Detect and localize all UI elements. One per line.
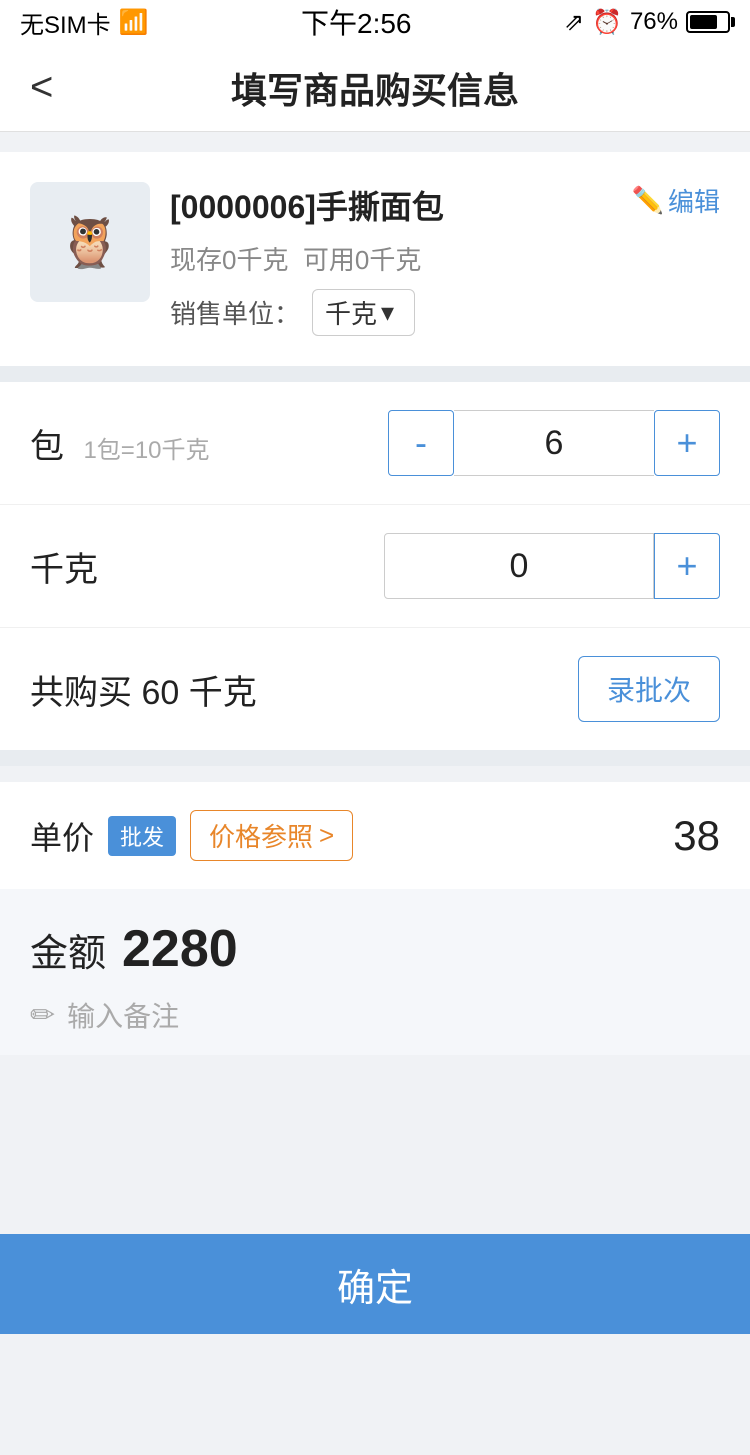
summary-row: 共购买 60 千克 录批次 [0,628,750,750]
product-card: 🦉 [0000006]手撕面包 现存0千克 可用0千克 销售单位： 千克 ▾ ✏… [0,152,750,366]
bag-decrement-button[interactable]: - [388,410,454,476]
product-name: [0000006]手撕面包 [170,182,612,228]
input-section: 包 1包=10千克 - + 千克 + [0,382,750,628]
bag-label: 包 1包=10千克 [30,419,388,468]
edit-button[interactable]: ✏️ 编辑 [632,182,720,219]
product-unit-row: 销售单位： 千克 ▾ [170,289,612,336]
wifi-icon: 📶 [119,8,149,37]
battery-percent: 76% [630,8,678,36]
amount-value: 2280 [122,919,238,979]
remark-placeholder[interactable]: 输入备注 [67,995,179,1035]
owl-icon: 🦉 [59,213,121,272]
amount-label: 金额 [30,922,106,977]
bag-quantity-input[interactable] [454,410,654,476]
location-icon: ⇗ [564,8,584,37]
price-row: 单价 批发 价格参照 > 38 [30,810,720,861]
confirm-button[interactable]: 确定 [0,1234,750,1334]
status-bar: 无SIM卡 📶 下午2:56 ⇗ ⏰ 76% [0,0,750,44]
price-label: 单价 [30,813,94,859]
kg-quantity-input[interactable] [384,533,654,599]
amount-section: 金额 2280 ✏ 输入备注 [0,889,750,1055]
bag-hint: 1包=10千克 [83,437,209,464]
price-tag: 批发 [108,816,176,856]
batch-button[interactable]: 录批次 [578,656,720,722]
status-left: 无SIM卡 📶 [20,5,149,40]
chevron-right-icon: > [319,820,334,851]
back-button[interactable]: < [30,65,53,110]
kg-increment-button[interactable]: + [654,533,720,599]
unit-label: 销售单位： [170,294,300,331]
carrier-text: 无SIM卡 [20,5,111,40]
price-reference-button[interactable]: 价格参照 > [190,810,353,861]
price-value: 38 [673,812,720,860]
product-info: [0000006]手撕面包 现存0千克 可用0千克 销售单位： 千克 ▾ [170,182,612,336]
price-section: 单价 批发 价格参照 > 38 [0,782,750,889]
nav-bar: < 填写商品购买信息 [0,44,750,132]
status-time: 下午2:56 [301,2,412,42]
status-right: ⇗ ⏰ 76% [564,8,730,37]
product-actions: ✏️ 编辑 [632,182,720,219]
separator-2 [0,750,750,766]
kg-input-row: 千克 + [0,505,750,628]
product-thumbnail: 🦉 [30,182,150,302]
battery-icon [686,11,730,33]
bag-input-row: 包 1包=10千克 - + [0,382,750,505]
bag-increment-button[interactable]: + [654,410,720,476]
summary-text: 共购买 60 千克 [30,665,257,714]
kg-label: 千克 [30,542,384,591]
unit-select[interactable]: 千克 ▾ [312,289,415,336]
alarm-icon: ⏰ [592,8,622,37]
separator-1 [0,366,750,382]
kg-controls: + [384,533,720,599]
price-ref-label: 价格参照 [209,817,313,854]
page-title: 填写商品购买信息 [231,62,519,114]
amount-row: 金额 2280 [30,919,720,979]
chevron-down-icon: ▾ [381,297,394,328]
bag-controls: - + [388,410,720,476]
remark-row[interactable]: ✏ 输入备注 [30,995,720,1035]
product-stock: 现存0千克 可用0千克 [170,240,612,277]
pencil-icon: ✏ [30,998,55,1033]
edit-icon: ✏️ [632,185,664,216]
